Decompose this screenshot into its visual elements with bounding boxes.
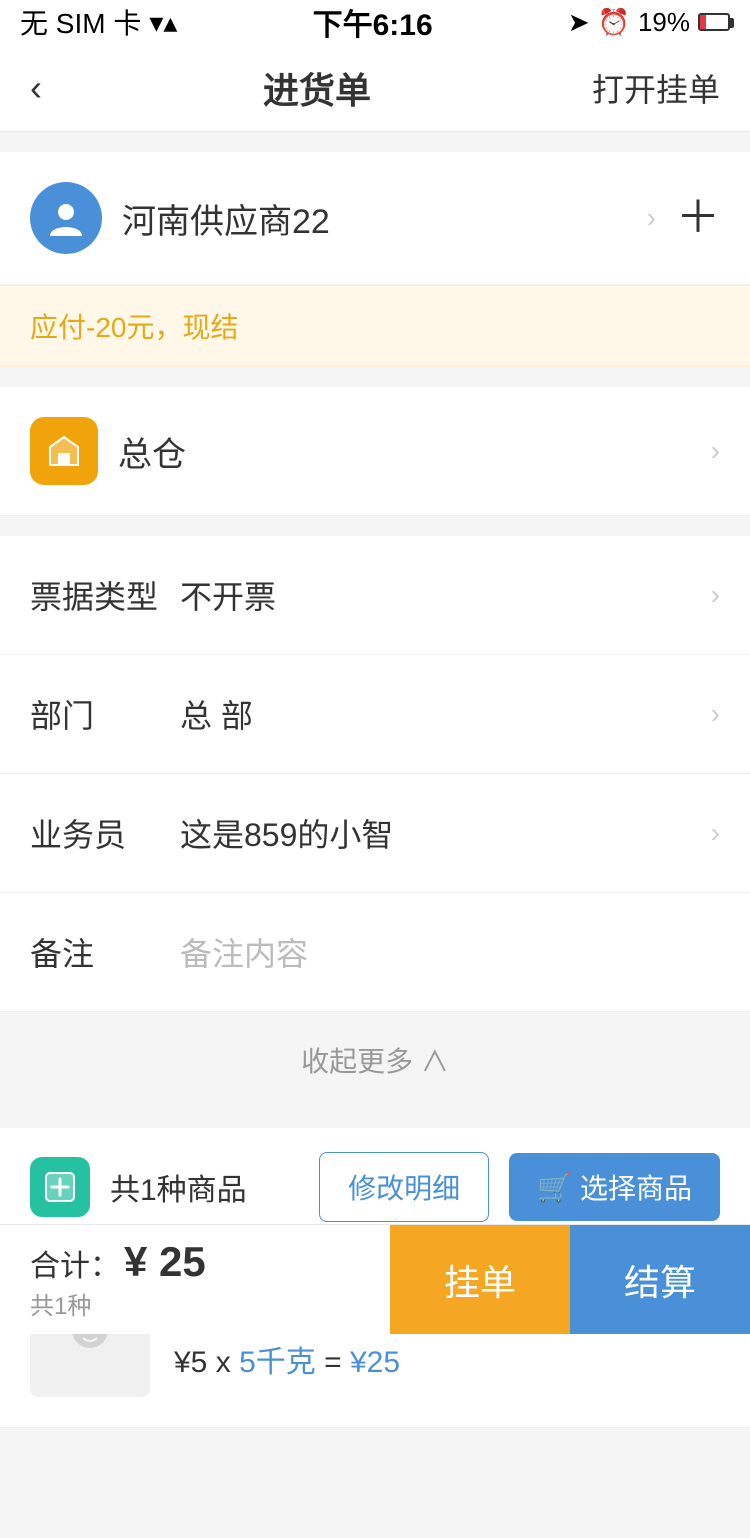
bottom-bar: 合计： ¥ 25 共1种 挂单 结算 bbox=[0, 1224, 750, 1334]
warehouse-name: 总仓 bbox=[118, 427, 711, 476]
page-title: 进货单 bbox=[263, 62, 371, 114]
supplier-chevron-icon: › bbox=[647, 202, 656, 234]
location-icon: ➤ bbox=[568, 7, 590, 38]
total-section: 合计： ¥ 25 共1种 bbox=[0, 1225, 390, 1334]
invoice-type-row[interactable]: 票据类型 不开票 › bbox=[0, 536, 750, 655]
department-chevron-icon: › bbox=[711, 698, 720, 730]
total-amount: ¥ 25 bbox=[124, 1238, 206, 1286]
warehouse-icon bbox=[30, 417, 98, 485]
cart-icon: 🛒 bbox=[537, 1171, 572, 1204]
supplier-section: 河南供应商22 › ＋ 应付-20元，现结 bbox=[0, 152, 750, 367]
department-row[interactable]: 部门 总 部 › bbox=[0, 655, 750, 774]
fields-section: 票据类型 不开票 › 部门 总 部 › 业务员 这是859的小智 › 备注 备注… bbox=[0, 536, 750, 1012]
total-label-row: 合计： ¥ 25 bbox=[30, 1238, 360, 1286]
supplier-info-banner: 应付-20元，现结 bbox=[0, 285, 750, 367]
add-supplier-button[interactable]: ＋ bbox=[676, 196, 720, 240]
products-count: 共1种商品 bbox=[110, 1165, 299, 1209]
department-value: 总 部 bbox=[160, 691, 711, 737]
alarm-icon: ⏰ bbox=[598, 7, 630, 38]
total-count: 共1种 bbox=[30, 1286, 360, 1321]
status-bar: 无 SIM 卡 ▾▴ 下午6:16 ➤ ⏰ 19% bbox=[0, 0, 750, 44]
collapse-label: 收起更多 ∧ bbox=[301, 1040, 449, 1080]
wifi-icon: ▾▴ bbox=[149, 6, 177, 39]
select-product-button[interactable]: 🛒 选择商品 bbox=[509, 1153, 720, 1221]
invoice-type-chevron-icon: › bbox=[711, 579, 720, 611]
product-quantity: 5千克 bbox=[239, 1346, 316, 1379]
gap-1 bbox=[0, 132, 750, 152]
supplier-row[interactable]: 河南供应商22 › ＋ bbox=[0, 152, 750, 285]
product-total: ¥25 bbox=[350, 1346, 400, 1379]
invoice-type-label: 票据类型 bbox=[30, 572, 160, 618]
supplier-avatar bbox=[30, 182, 102, 254]
collapse-row[interactable]: 收起更多 ∧ bbox=[0, 1012, 750, 1108]
hang-button[interactable]: 挂单 bbox=[390, 1225, 570, 1334]
status-right: ➤ ⏰ 19% bbox=[568, 7, 730, 38]
battery-icon bbox=[698, 13, 730, 31]
warehouse-chevron-icon: › bbox=[711, 435, 720, 467]
total-label-text: 合计： bbox=[30, 1241, 120, 1285]
salesperson-label: 业务员 bbox=[30, 810, 160, 856]
products-icon bbox=[30, 1157, 90, 1217]
gap-4 bbox=[0, 1108, 750, 1128]
salesperson-chevron-icon: › bbox=[711, 817, 720, 849]
status-left: 无 SIM 卡 ▾▴ bbox=[20, 2, 177, 42]
warehouse-section: 总仓 › bbox=[0, 387, 750, 516]
checkout-button[interactable]: 结算 bbox=[570, 1225, 750, 1334]
nav-bar: ‹ 进货单 打开挂单 bbox=[0, 44, 750, 132]
remarks-placeholder: 备注内容 bbox=[160, 929, 720, 975]
carrier-text: 无 SIM 卡 bbox=[20, 2, 141, 42]
supplier-name: 河南供应商22 bbox=[122, 194, 647, 243]
back-button[interactable]: ‹ bbox=[30, 67, 42, 109]
gap-3 bbox=[0, 516, 750, 536]
invoice-type-value: 不开票 bbox=[160, 572, 711, 618]
product-price-line: ¥5 x 5千克 = ¥25 bbox=[174, 1337, 642, 1381]
remarks-label: 备注 bbox=[30, 929, 160, 975]
status-time: 下午6:16 bbox=[313, 0, 433, 44]
department-label: 部门 bbox=[30, 691, 160, 737]
battery-text: 19% bbox=[638, 7, 690, 38]
remarks-row[interactable]: 备注 备注内容 bbox=[0, 893, 750, 1012]
bottom-spacer bbox=[0, 1428, 750, 1538]
edit-detail-button[interactable]: 修改明细 bbox=[319, 1152, 489, 1222]
salesperson-value: 这是859的小智 bbox=[160, 810, 711, 856]
open-hang-button[interactable]: 打开挂单 bbox=[592, 65, 720, 111]
salesperson-row[interactable]: 业务员 这是859的小智 › bbox=[0, 774, 750, 893]
gap-2 bbox=[0, 367, 750, 387]
warehouse-row[interactable]: 总仓 › bbox=[0, 387, 750, 516]
product-unit-price: ¥5 bbox=[174, 1346, 207, 1379]
